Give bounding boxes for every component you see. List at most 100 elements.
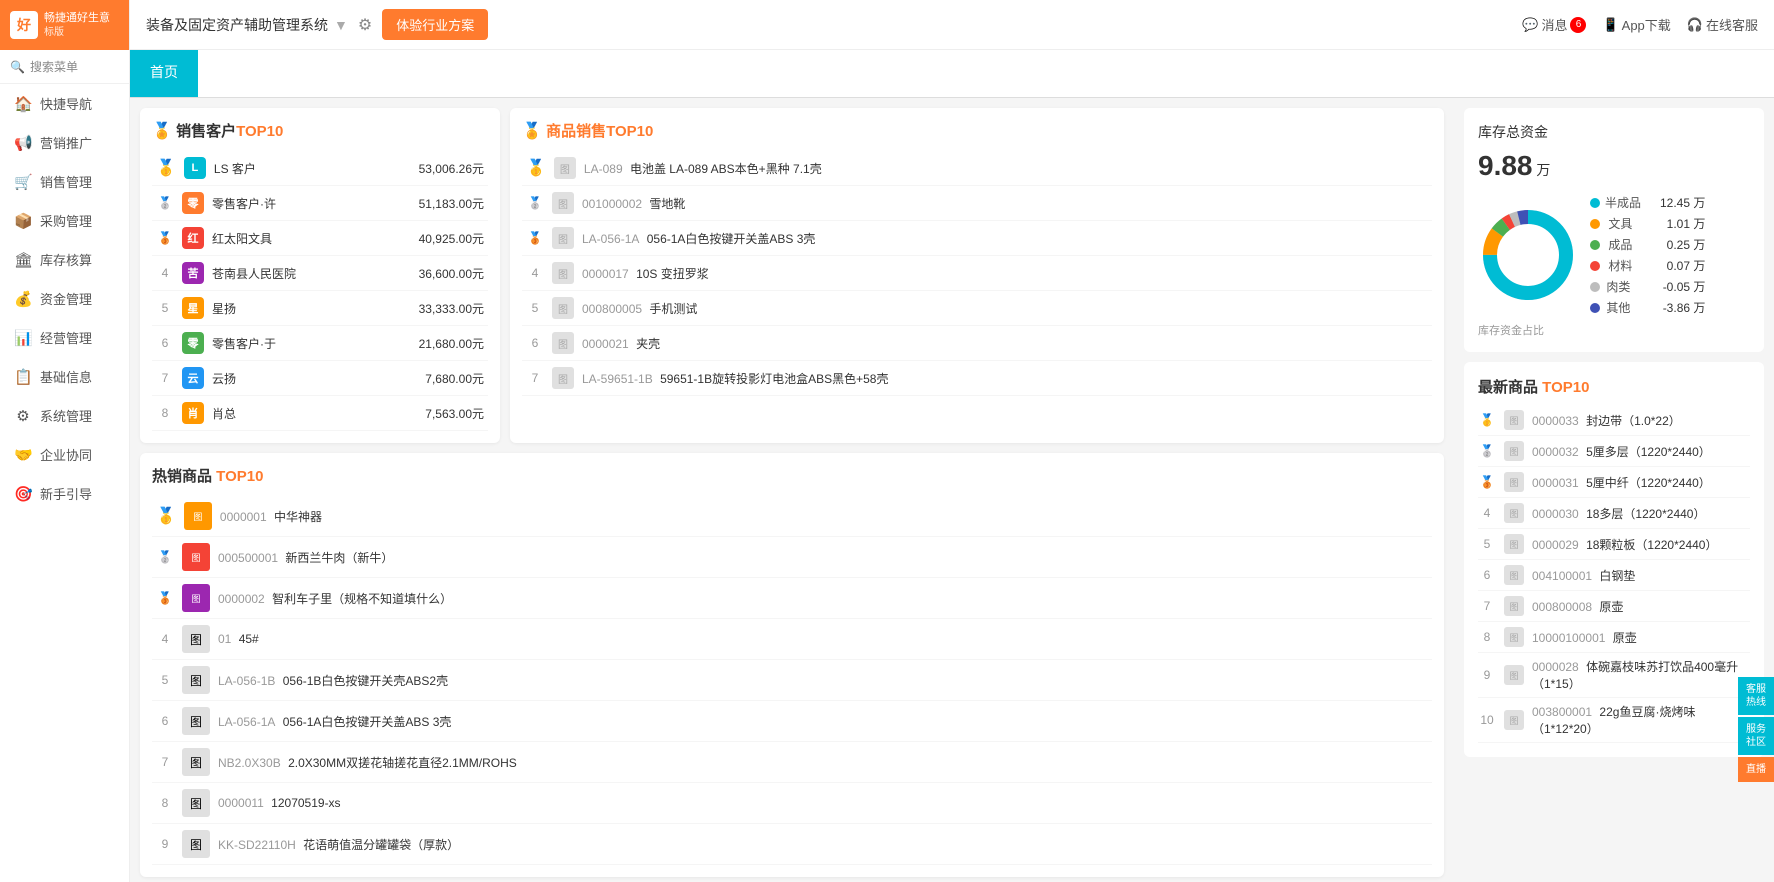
hot-item: 9 图 KK-SD22110H 花语萌值温分罐罐袋（厚款） xyxy=(152,824,1432,865)
medal-icon-2: 🏅 xyxy=(522,123,542,140)
product-img: 图 xyxy=(552,192,574,214)
right-panel: 库存总资金 9.88 万 xyxy=(1454,98,1774,882)
newest-product-img: 图 xyxy=(1504,534,1524,554)
sales-ranking-list: 🥇 L LS 客户 53,006.26元 🥈 零 零售客户·许 51,183.0… xyxy=(152,151,488,431)
sidebar-item-finance[interactable]: 💰 资金管理 xyxy=(0,279,129,318)
rank-badge-6: 零 xyxy=(182,332,204,354)
hot-item: 4 图 01 45# xyxy=(152,619,1432,660)
ranking-item: 🥈 零 零售客户·许 51,183.00元 xyxy=(152,186,488,221)
newest-product-img: 图 xyxy=(1504,565,1524,585)
basic-icon: 📋 xyxy=(14,368,32,386)
hot-item: 5 图 LA-056-1B 056-1B白色按键开关壳ABS2壳 xyxy=(152,660,1432,701)
sidebar-item-inventory[interactable]: 🏛 库存核算 xyxy=(0,240,129,279)
message-btn[interactable]: 💬 消息 6 xyxy=(1522,15,1586,34)
newest-name: 004100001 白钢垫 xyxy=(1532,567,1750,584)
rank-name: 000800005 手机测试 xyxy=(582,300,1428,317)
search-menu[interactable]: 🔍 搜索菜单 xyxy=(0,50,129,84)
hot-product-img: 图 xyxy=(182,789,210,817)
hot-item: 🥇 图 0000001 中华神器 xyxy=(152,496,1432,537)
sidebar-item-company[interactable]: 🤝 企业协同 xyxy=(0,435,129,474)
sidebar-item-purchase[interactable]: 📦 采购管理 xyxy=(0,201,129,240)
top-row: 🏅 销售客户TOP10 🥇 L LS 客户 53,006.26元 xyxy=(140,108,1444,443)
rank-amount-3: 40,925.00元 xyxy=(419,230,484,247)
hot-product-img: 图 xyxy=(182,666,210,694)
ranking-item: 6 零 零售客户·于 21,680.00元 xyxy=(152,326,488,361)
sales-ranking-card: 🏅 销售客户TOP10 🥇 L LS 客户 53,006.26元 xyxy=(140,108,500,443)
legend-label: 材料 xyxy=(1608,257,1658,274)
sidebar-logo: 好 畅捷通好生意 标版 xyxy=(0,0,129,50)
main-area: 装备及固定资产辅助管理系统 ▼ ⚙ 体验行业方案 💬 消息 6 📱 App下载 … xyxy=(130,0,1774,882)
inventory-card: 库存总资金 9.88 万 xyxy=(1464,108,1764,352)
inventory-icon: 🏛 xyxy=(14,251,32,269)
ranking-item: 🥇 图 LA-089 电池盖 LA-089 ABS本色+黑种 7.1壳 xyxy=(522,151,1432,186)
rank-amount-7: 7,680.00元 xyxy=(425,370,484,387)
logo-icon: 好 xyxy=(10,11,38,39)
legend-val: 0.07 万 xyxy=(1667,257,1706,274)
trial-button[interactable]: 体验行业方案 xyxy=(382,9,488,40)
rank-amount-5: 33,333.00元 xyxy=(419,300,484,317)
rank-name: 001000002 雪地靴 xyxy=(582,195,1428,212)
legend-item-5: 其他 -3.86 万 xyxy=(1590,299,1705,316)
sales-icon: 🛒 xyxy=(14,173,32,191)
newest-name: 10000100001 原壶 xyxy=(1532,629,1750,646)
ranking-item: 🥉 红 红太阳文具 40,925.00元 xyxy=(152,221,488,256)
app-download-btn[interactable]: 📱 App下载 xyxy=(1602,15,1670,34)
sidebar-item-sales[interactable]: 🛒 销售管理 xyxy=(0,162,129,201)
rank-num-5: 5 xyxy=(156,301,174,315)
legend-val: 12.45 万 xyxy=(1660,194,1705,211)
legend-dot xyxy=(1590,303,1600,313)
rank-name-1: LS 客户 xyxy=(214,160,411,177)
service-community-btn[interactable]: 服务社区 xyxy=(1738,717,1774,755)
legend-label: 文具 xyxy=(1608,215,1658,232)
legend-item-2: 成品 0.25 万 xyxy=(1590,236,1705,253)
ranking-item: 5 图 000800005 手机测试 xyxy=(522,291,1432,326)
online-service-btn[interactable]: 🎧 在线客服 xyxy=(1687,15,1758,34)
sidebar-item-basic[interactable]: 📋 基础信息 xyxy=(0,357,129,396)
service-buttons: 客服热线 服务社区 直播 xyxy=(1738,677,1774,782)
rank-num-3: 🥉 xyxy=(156,231,174,245)
legend-dot xyxy=(1590,240,1600,250)
newest-product-img: 图 xyxy=(1504,627,1524,647)
product-ranking-card: 🏅 商品销售TOP10 🥇 图 LA-089 电池盖 LA-089 ABS本色+… xyxy=(510,108,1444,443)
rank-name-8: 肖总 xyxy=(212,405,417,422)
rank-badge-8: 肖 xyxy=(182,402,204,424)
live-btn[interactable]: 直播 xyxy=(1738,757,1774,782)
ranking-item: 🥇 L LS 客户 53,006.26元 xyxy=(152,151,488,186)
rank-name-7: 云扬 xyxy=(212,370,417,387)
newest-name: 000800008 原壶 xyxy=(1532,598,1750,615)
home-icon: 🏠 xyxy=(14,95,32,113)
dropdown-icon[interactable]: ▼ xyxy=(334,17,348,33)
rank-num-2: 🥈 xyxy=(156,196,174,210)
newest-name: 0000032 5厘多层（1220*2440） xyxy=(1532,443,1750,460)
ranking-item: 5 星 星扬 33,333.00元 xyxy=(152,291,488,326)
sidebar-item-quick-nav[interactable]: 🏠 快捷导航 xyxy=(0,84,129,123)
service-hotline-btn[interactable]: 客服热线 xyxy=(1738,677,1774,715)
tab-home[interactable]: 首页 xyxy=(130,50,198,97)
hot-product-img: 图 xyxy=(182,748,210,776)
newest-item: 🥈 图 0000032 5厘多层（1220*2440） xyxy=(1478,436,1750,467)
rank-amount-4: 36,600.00元 xyxy=(419,265,484,282)
newest-name: 0000029 18颗粒板（1220*2440） xyxy=(1532,536,1750,553)
sidebar-item-system[interactable]: ⚙ 系统管理 xyxy=(0,396,129,435)
sidebar-item-guide[interactable]: 🎯 新手引导 xyxy=(0,474,129,513)
product-img: 图 xyxy=(552,262,574,284)
legend-dot xyxy=(1590,198,1600,208)
newest-products-card: 最新商品 TOP10 🥇 图 0000033 封边带（1.0*22） 🥈 图 xyxy=(1464,362,1764,757)
hot-item: 🥈 图 000500001 新西兰牛肉（新牛） xyxy=(152,537,1432,578)
legend-label: 成品 xyxy=(1608,236,1658,253)
legend-label: 肉类 xyxy=(1606,278,1656,295)
nav-tabs: 首页 xyxy=(130,50,1774,98)
rank-name-5: 星扬 xyxy=(212,300,411,317)
rank-name-3: 红太阳文具 xyxy=(212,230,411,247)
sidebar-item-marketing[interactable]: 📢 营销推广 xyxy=(0,123,129,162)
settings-icon[interactable]: ⚙ xyxy=(358,15,372,35)
legend-item-1: 文具 1.01 万 xyxy=(1590,215,1705,232)
rank-amount-8: 7,563.00元 xyxy=(425,405,484,422)
rank-name-2: 零售客户·许 xyxy=(212,195,411,212)
ranking-item: 7 图 LA-59651-1B 59651-1B旋转投影灯电池盒ABS黑色+58… xyxy=(522,361,1432,396)
sidebar-item-operation[interactable]: 📊 经营管理 xyxy=(0,318,129,357)
sidebar: 好 畅捷通好生意 标版 🔍 搜索菜单 🏠 快捷导航 📢 营销推广 🛒 销售管理 … xyxy=(0,0,130,882)
company-icon: 🤝 xyxy=(14,446,32,464)
legend-item-4: 肉类 -0.05 万 xyxy=(1590,278,1705,295)
rank-name: LA-089 电池盖 LA-089 ABS本色+黑种 7.1壳 xyxy=(584,160,1428,177)
